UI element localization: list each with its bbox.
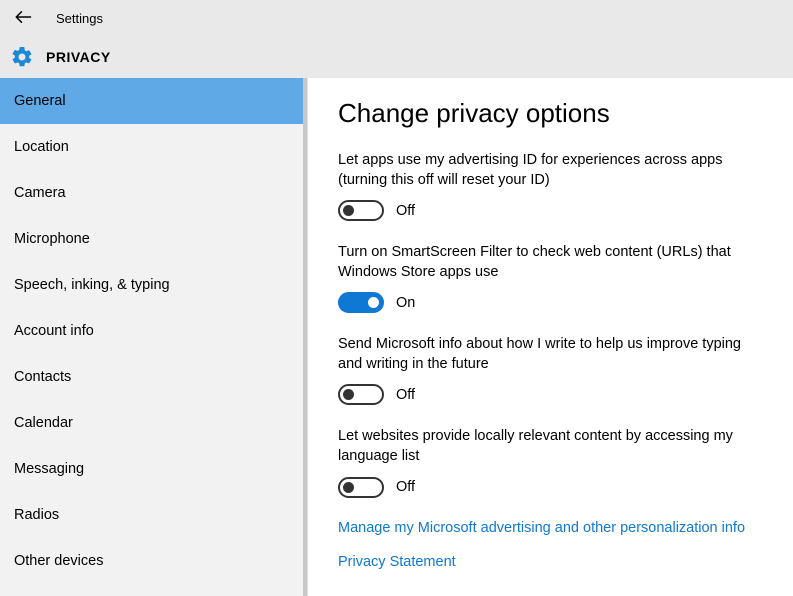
sidebar-item-account-info[interactable]: Account info bbox=[0, 308, 307, 354]
sidebar-item-contacts[interactable]: Contacts bbox=[0, 354, 307, 400]
sidebar-item-label: Calendar bbox=[14, 415, 73, 431]
toggle-state-label: Off bbox=[396, 387, 415, 403]
header: Settings PRIVACY bbox=[0, 0, 793, 78]
sidebar-item-label: Camera bbox=[14, 185, 66, 201]
page-heading: Change privacy options bbox=[338, 98, 771, 129]
toggle-row: Off bbox=[338, 200, 771, 221]
setting-1: Turn on SmartScreen Filter to check web … bbox=[338, 243, 771, 313]
sidebar-item-radios[interactable]: Radios bbox=[0, 492, 307, 538]
toggle-row: Off bbox=[338, 477, 771, 498]
sidebar-item-messaging[interactable]: Messaging bbox=[0, 446, 307, 492]
section-title: PRIVACY bbox=[46, 49, 111, 65]
scrollbar[interactable] bbox=[303, 78, 307, 596]
sidebar-item-label: Contacts bbox=[14, 369, 71, 385]
toggle-switch[interactable] bbox=[338, 384, 384, 405]
toggle-state-label: Off bbox=[396, 203, 415, 219]
app-title: Settings bbox=[56, 11, 103, 26]
sidebar-item-label: General bbox=[14, 93, 66, 109]
sidebar-item-speech-inking-typing[interactable]: Speech, inking, & typing bbox=[0, 262, 307, 308]
title-row: Settings bbox=[0, 0, 793, 36]
sidebar-item-label: Radios bbox=[14, 507, 59, 523]
toggle-knob bbox=[343, 205, 354, 216]
sidebar-item-general[interactable]: General bbox=[0, 78, 307, 124]
sidebar-item-label: Microphone bbox=[14, 231, 90, 247]
toggle-knob bbox=[343, 482, 354, 493]
sidebar-item-microphone[interactable]: Microphone bbox=[0, 216, 307, 262]
sidebar-item-label: Speech, inking, & typing bbox=[14, 277, 170, 293]
sidebar-item-camera[interactable]: Camera bbox=[0, 170, 307, 216]
sidebar-item-label: Account info bbox=[14, 323, 94, 339]
gear-icon bbox=[10, 45, 34, 69]
manage-ad-info-link[interactable]: Manage my Microsoft advertising and othe… bbox=[338, 520, 771, 536]
toggle-knob bbox=[368, 297, 379, 308]
sidebar: General Location Camera Microphone Speech, i… bbox=[0, 78, 308, 596]
body: General Location Camera Microphone Speech, i… bbox=[0, 78, 793, 596]
setting-description: Send Microsoft info about how I write to… bbox=[338, 335, 758, 374]
setting-description: Let apps use my advertising ID for exper… bbox=[338, 151, 758, 190]
sidebar-item-label: Messaging bbox=[14, 461, 84, 477]
toggle-switch[interactable] bbox=[338, 200, 384, 221]
toggle-row: Off bbox=[338, 384, 771, 405]
toggle-knob bbox=[343, 389, 354, 400]
main-panel: Change privacy options Let apps use my a… bbox=[308, 78, 793, 596]
toggle-row: On bbox=[338, 292, 771, 313]
sidebar-item-location[interactable]: Location bbox=[0, 124, 307, 170]
setting-2: Send Microsoft info about how I write to… bbox=[338, 335, 771, 405]
toggle-state-label: On bbox=[396, 295, 415, 311]
setting-3: Let websites provide locally relevant co… bbox=[338, 427, 771, 497]
toggle-switch[interactable] bbox=[338, 477, 384, 498]
back-arrow-icon[interactable] bbox=[14, 9, 32, 27]
privacy-statement-link[interactable]: Privacy Statement bbox=[338, 554, 771, 570]
setting-description: Turn on SmartScreen Filter to check web … bbox=[338, 243, 758, 282]
sidebar-item-other-devices[interactable]: Other devices bbox=[0, 538, 307, 584]
sidebar-item-label: Other devices bbox=[14, 553, 103, 569]
sidebar-item-label: Location bbox=[14, 139, 69, 155]
toggle-state-label: Off bbox=[396, 479, 415, 495]
setting-description: Let websites provide locally relevant co… bbox=[338, 427, 758, 466]
sidebar-item-calendar[interactable]: Calendar bbox=[0, 400, 307, 446]
setting-0: Let apps use my advertising ID for exper… bbox=[338, 151, 771, 221]
toggle-switch[interactable] bbox=[338, 292, 384, 313]
section-row: PRIVACY bbox=[0, 36, 793, 78]
